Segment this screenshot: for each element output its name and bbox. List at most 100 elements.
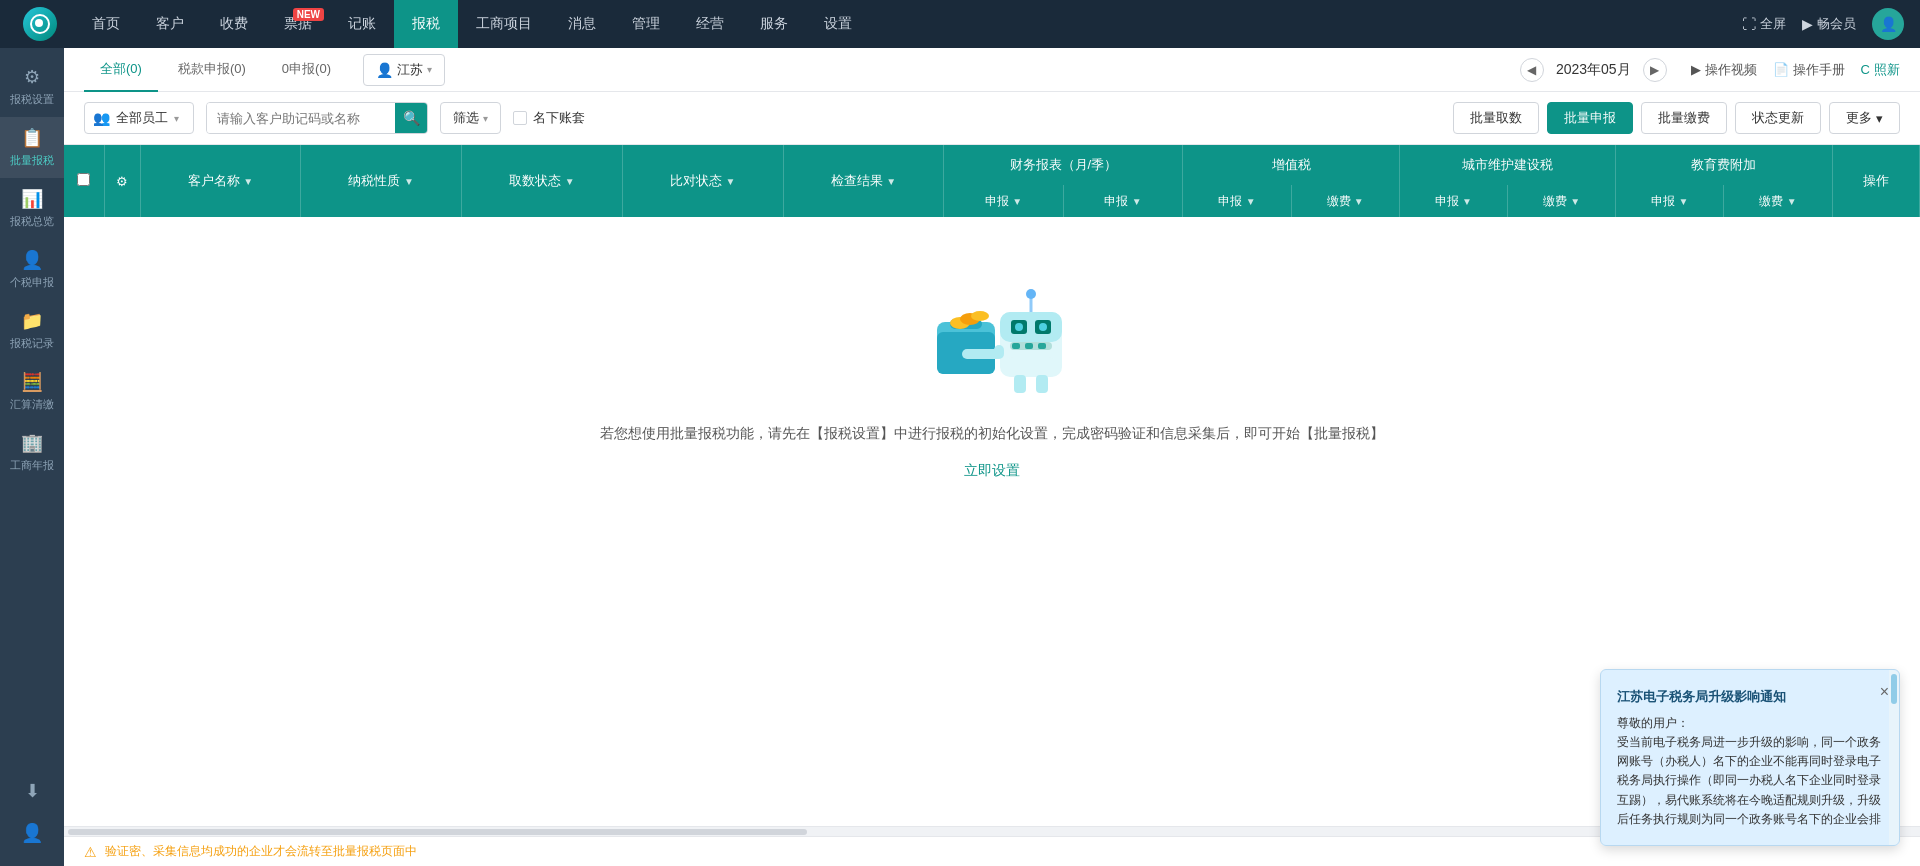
- th-tax-nature: 纳税性质 ▼: [301, 145, 462, 217]
- refresh-button[interactable]: C 照新: [1861, 61, 1900, 79]
- filter-button[interactable]: 筛选 ▾: [440, 102, 501, 134]
- sidebar-bottom: ⬇ 👤: [0, 770, 64, 866]
- sort-icon-ep: ▼: [1787, 196, 1797, 207]
- employee-chevron-icon: ▾: [174, 113, 179, 124]
- sort-icon-tax-nature: ▼: [404, 176, 414, 187]
- svg-rect-22: [994, 345, 1004, 359]
- nav-billing[interactable]: 收费: [202, 0, 266, 48]
- tab-all[interactable]: 全部(0): [84, 48, 158, 92]
- empty-message: 若您想使用批量报税功能，请先在【报税设置】中进行报税的初始化设置，完成密码验证和…: [600, 421, 1384, 446]
- more-chevron-icon: ▾: [1876, 111, 1883, 126]
- tab-tax-declare[interactable]: 税款申报(0): [162, 48, 262, 92]
- tab-zero-declare[interactable]: 0申报(0): [266, 48, 347, 92]
- popup-scrollbar[interactable]: [1889, 670, 1899, 845]
- employee-selector[interactable]: 👥 全部员工 ▾: [84, 102, 194, 134]
- svg-rect-18: [1007, 357, 1055, 377]
- app-logo[interactable]: [16, 0, 64, 48]
- th-edu-pay: 缴费 ▼: [1724, 185, 1832, 217]
- sidebar-item-tax-records[interactable]: 📁 报税记录: [0, 300, 64, 361]
- nav-manage[interactable]: 管理: [614, 0, 678, 48]
- sort-icon-fd: ▼: [1012, 196, 1022, 207]
- batch-declare-button[interactable]: 批量申报: [1547, 102, 1633, 134]
- batch-tax-icon: 📋: [21, 127, 43, 149]
- sidebar-item-batch-tax[interactable]: 📋 批量报税: [0, 117, 64, 178]
- batch-fetch-button[interactable]: 批量取数: [1453, 102, 1539, 134]
- sidebar-item-tax-settings[interactable]: ⚙ 报税设置: [0, 56, 64, 117]
- tax-records-icon: 📁: [21, 310, 43, 332]
- nav-customer[interactable]: 客户: [138, 0, 202, 48]
- nav-accounting[interactable]: 记账: [330, 0, 394, 48]
- sidebar-item-download[interactable]: ⬇: [0, 770, 64, 812]
- scroll-thumb[interactable]: [68, 829, 807, 835]
- gear-icon[interactable]: ⚙: [116, 174, 128, 189]
- new-badge: NEW: [293, 8, 324, 21]
- popup-scroll-thumb[interactable]: [1891, 674, 1897, 704]
- svg-point-11: [1039, 323, 1047, 331]
- nav-service[interactable]: 服务: [742, 0, 806, 48]
- sort-icon-cp: ▼: [1570, 196, 1580, 207]
- member-button[interactable]: ▶ 畅会员: [1802, 15, 1856, 33]
- notification-title: 江苏电子税务局升级影响通知: [1617, 686, 1883, 708]
- sidebar-item-user[interactable]: 👤: [0, 812, 64, 854]
- employee-icon: 👥: [93, 110, 110, 126]
- search-icon: 🔍: [403, 110, 420, 126]
- next-month-button[interactable]: ▶: [1643, 58, 1667, 82]
- nav-business[interactable]: 工商项目: [458, 0, 550, 48]
- search-button[interactable]: 🔍: [395, 102, 427, 134]
- th-gear: ⚙: [104, 145, 140, 217]
- tab-right-buttons: ▶ 操作视频 📄 操作手册 C 照新: [1691, 61, 1900, 79]
- operation-video-button[interactable]: ▶ 操作视频: [1691, 61, 1757, 79]
- filter-chevron-icon: ▾: [483, 113, 488, 124]
- prev-month-button[interactable]: ◀: [1520, 58, 1544, 82]
- sidebar-item-annual-report[interactable]: 🏢 工商年报: [0, 422, 64, 483]
- svg-rect-19: [1014, 375, 1026, 393]
- th-financial-declare: 申报 ▼: [944, 185, 1063, 217]
- sidebar-item-personal-tax[interactable]: 👤 个税申报: [0, 239, 64, 300]
- sidebar-item-tax-overview[interactable]: 📊 报税总览: [0, 178, 64, 239]
- operation-manual-button[interactable]: 📄 操作手册: [1773, 61, 1845, 79]
- annual-report-icon: 🏢: [21, 432, 43, 454]
- robot-illustration: [932, 277, 1052, 397]
- svg-point-10: [1015, 323, 1023, 331]
- th-operation: 操作: [1832, 145, 1919, 217]
- user-avatar[interactable]: 👤: [1872, 8, 1904, 40]
- svg-rect-16: [1025, 343, 1033, 349]
- nav-invoice[interactable]: 票据 NEW: [266, 0, 330, 48]
- notification-close-button[interactable]: ×: [1880, 678, 1889, 705]
- current-month: 2023年05月: [1556, 61, 1631, 79]
- svg-rect-17: [1038, 343, 1046, 349]
- fullscreen-button[interactable]: ⛶ 全屏: [1742, 15, 1786, 33]
- tab-bar: 全部(0) 税款申报(0) 0申报(0) 👤 江苏 ▾ ◀ 2023年05月 ▶…: [64, 48, 1920, 92]
- nav-operation[interactable]: 经营: [678, 0, 742, 48]
- sidebar-item-settlement[interactable]: 🧮 汇算清缴: [0, 361, 64, 422]
- nav-message[interactable]: 消息: [550, 0, 614, 48]
- empty-state: 若您想使用批量报税功能，请先在【报税设置】中进行报税的初始化设置，完成密码验证和…: [64, 217, 1920, 540]
- nav-settings[interactable]: 设置: [806, 0, 870, 48]
- sort-icon-vp: ▼: [1354, 196, 1364, 207]
- sidebar: ⚙ 报税设置 📋 批量报税 📊 报税总览 👤 个税申报 📁 报税记录 🧮 汇算清…: [0, 48, 64, 866]
- account-suite-checkbox[interactable]: 名下账套: [513, 109, 585, 127]
- province-chevron-icon: ▾: [427, 64, 432, 75]
- personal-tax-icon: 👤: [21, 249, 43, 271]
- nav-tax[interactable]: 报税: [394, 0, 458, 48]
- select-all-checkbox[interactable]: [77, 173, 90, 186]
- province-selector[interactable]: 👤 江苏 ▾: [363, 54, 445, 86]
- search-input[interactable]: [207, 103, 395, 133]
- th-vat-pay: 缴费 ▼: [1291, 185, 1399, 217]
- checkbox-box: [513, 111, 527, 125]
- notification-content: 尊敬的用户：受当前电子税务局进一步升级的影响，同一个政务网账号（办税人）名下的企…: [1617, 714, 1883, 829]
- more-button[interactable]: 更多 ▾: [1829, 102, 1900, 134]
- empty-state-row: 若您想使用批量报税功能，请先在【报税设置】中进行报税的初始化设置，完成密码验证和…: [64, 217, 1920, 540]
- setup-link[interactable]: 立即设置: [964, 462, 1020, 480]
- batch-pay-button[interactable]: 批量缴费: [1641, 102, 1727, 134]
- sort-icon-vd: ▼: [1246, 196, 1256, 207]
- table-body: 若您想使用批量报税功能，请先在【报税设置】中进行报税的初始化设置，完成密码验证和…: [64, 217, 1920, 540]
- svg-point-5: [971, 311, 989, 321]
- status-update-button[interactable]: 状态更新: [1735, 102, 1821, 134]
- nav-home[interactable]: 首页: [74, 0, 138, 48]
- th-financial-declare2: 申报 ▼: [1063, 185, 1182, 217]
- th-vat: 增值税: [1183, 145, 1399, 185]
- svg-rect-15: [1012, 343, 1020, 349]
- download-icon: ⬇: [21, 780, 43, 802]
- toolbar-right: 批量取数 批量申报 批量缴费 状态更新 更多 ▾: [1453, 102, 1900, 134]
